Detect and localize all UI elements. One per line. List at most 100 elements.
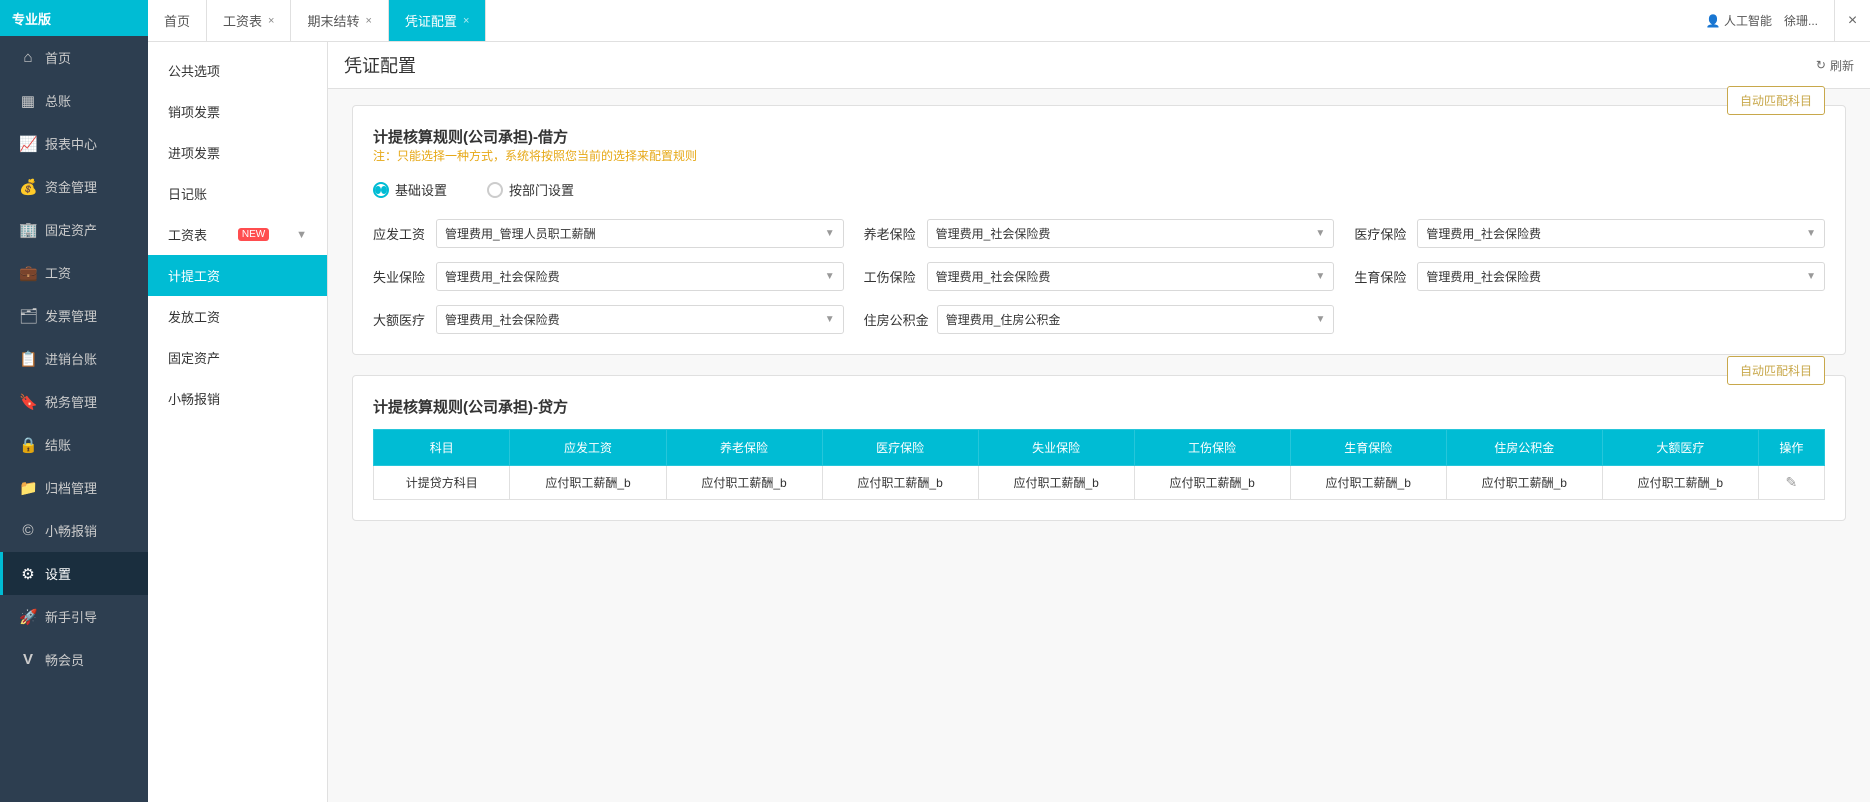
left-nav-calc-salary[interactable]: 计提工资 [148, 255, 327, 296]
gongjijin-label: 住房公积金 [864, 310, 929, 329]
cell-yiliao: 应付职工薪酬_b [822, 466, 978, 500]
sidebar-item-xiaochang[interactable]: © 小畅报销 [0, 509, 148, 552]
form-item-yingfa: 应发工资 管理费用_管理人员职工薪酬 ▼ [373, 219, 844, 248]
cell-shiye: 应付职工薪酬_b [978, 466, 1134, 500]
sidebar-item-asset[interactable]: 🏢 固定资产 [0, 208, 148, 251]
refresh-icon: ↻ [1816, 58, 1826, 72]
tab-voucher[interactable]: 凭证配置 × [389, 0, 486, 41]
salary-icon: 💼 [19, 264, 37, 282]
left-nav-xiaochang-exp[interactable]: 小畅报销 [148, 378, 327, 419]
sidebar-item-member[interactable]: V 畅会员 [0, 638, 148, 681]
chevron-down-icon: ▼ [1315, 314, 1325, 325]
gongshang-label: 工伤保险 [864, 267, 919, 286]
form-item-yanglao: 养老保险 管理费用_社会保险费 ▼ [864, 219, 1335, 248]
asset-icon: 🏢 [19, 221, 37, 239]
gongjijin-select[interactable]: 管理费用_住房公积金 ▼ [937, 305, 1335, 334]
cell-yanglao: 应付职工薪酬_b [666, 466, 822, 500]
report-icon: 📈 [19, 135, 37, 153]
yiliao-select[interactable]: 管理费用_社会保险费 ▼ [1417, 219, 1825, 248]
radio-dept-circle [487, 182, 503, 198]
edit-icon[interactable]: ✎ [1786, 474, 1798, 490]
cell-daeliao: 应付职工薪酬_b [1602, 466, 1758, 500]
tab-payroll[interactable]: 工资表 × [207, 0, 291, 41]
user-info: 👤 人工智能 [1706, 12, 1772, 29]
debit-auto-match-button[interactable]: 自动匹配科目 [1727, 86, 1825, 115]
col-daeliao: 大额医疗 [1602, 430, 1758, 466]
new-badge: NEW [238, 228, 269, 241]
yingfa-label: 应发工资 [373, 224, 428, 243]
member-icon: V [19, 651, 37, 668]
sidebar-item-invoice[interactable]: 🗂 发票管理 [0, 294, 148, 337]
yanglao-select[interactable]: 管理费用_社会保险费 ▼ [927, 219, 1335, 248]
left-nav-issue-salary[interactable]: 发放工资 [148, 296, 327, 337]
debit-section: 计提核算规则(公司承担)-借方 自动匹配科目 注：只能选择一种方式，系统将按照您… [352, 105, 1846, 355]
form-item-gongshang: 工伤保险 管理费用_社会保险费 ▼ [864, 262, 1335, 291]
purchase-icon: 📋 [19, 350, 37, 368]
left-nav-public[interactable]: 公共选项 [148, 50, 327, 91]
form-item-daeliao: 大额医疗 管理费用_社会保险费 ▼ [373, 305, 844, 334]
archive-icon: 📁 [19, 479, 37, 497]
left-nav: 公共选项 销项发票 进项发票 日记账 工资表 NEW ▼ 计提工资 发放工资 [148, 42, 328, 802]
table-row: 计提贷方科目 应付职工薪酬_b 应付职工薪酬_b 应付职工薪酬_b 应付职工薪酬… [374, 466, 1825, 500]
sidebar-item-archive[interactable]: 📁 归档管理 [0, 466, 148, 509]
home-icon: ⌂ [19, 49, 37, 66]
left-nav-fixed-asset[interactable]: 固定资产 [148, 337, 327, 378]
debit-notice: 注：只能选择一种方式，系统将按照您当前的选择来配置规则 [373, 147, 1825, 164]
table-header-row: 科目 应发工资 养老保险 医疗保险 失业保险 工伤保险 生育保险 住房公积金 大… [374, 430, 1825, 466]
tab-period-close[interactable]: × [365, 15, 371, 27]
sidebar-item-ledger[interactable]: ▦ 总账 [0, 79, 148, 122]
right-content: 凭证配置 ↻ 刷新 计提核算规则(公司承担)-借方 自动匹配科目 注：只能选择一… [328, 42, 1870, 802]
refresh-button[interactable]: ↻ 刷新 [1816, 57, 1854, 74]
sidebar-item-fund[interactable]: 💰 资金管理 [0, 165, 148, 208]
sidebar-item-purchase[interactable]: 📋 进销台账 [0, 337, 148, 380]
shengyu-select[interactable]: 管理费用_社会保险费 ▼ [1417, 262, 1825, 291]
col-gongjijin: 住房公积金 [1446, 430, 1602, 466]
sidebar-item-tax[interactable]: 🔖 税务管理 [0, 380, 148, 423]
debit-form-row-2: 失业保险 管理费用_社会保险费 ▼ 工伤保险 管理费用_社会保险费 ▼ [373, 262, 1825, 291]
tab-voucher-close[interactable]: × [463, 15, 469, 27]
tab-payroll-close[interactable]: × [268, 15, 274, 27]
cell-edit[interactable]: ✎ [1758, 466, 1824, 500]
col-shengyu: 生育保险 [1290, 430, 1446, 466]
credit-auto-match-button[interactable]: 自动匹配科目 [1727, 356, 1825, 385]
daeliao-label: 大额医疗 [373, 310, 428, 329]
chevron-down-icon: ▼ [1315, 228, 1325, 239]
shengyu-label: 生育保险 [1354, 267, 1409, 286]
cell-yingfa: 应付职工薪酬_b [510, 466, 666, 500]
topbar-right: 👤 人工智能 徐珊... [1706, 12, 1834, 29]
form-item-shiye: 失业保险 管理费用_社会保险费 ▼ [373, 262, 844, 291]
yingfa-select[interactable]: 管理费用_管理人员职工薪酬 ▼ [436, 219, 844, 248]
sidebar-item-home[interactable]: ⌂ 首页 [0, 36, 148, 79]
shiye-label: 失业保险 [373, 267, 428, 286]
tab-period[interactable]: 期末结转 × [291, 0, 388, 41]
close-panel-button[interactable]: × [1834, 0, 1870, 42]
main-area: 首页 工资表 × 期末结转 × 凭证配置 × 👤 人工智能 徐珊... × 公共… [148, 0, 1870, 802]
radio-dept[interactable]: 按部门设置 [487, 180, 574, 199]
chevron-down-icon: ▼ [1315, 271, 1325, 282]
radio-basic[interactable]: 基础设置 [373, 180, 447, 199]
daeliao-select[interactable]: 管理费用_社会保险费 ▼ [436, 305, 844, 334]
gongshang-select[interactable]: 管理费用_社会保险费 ▼ [927, 262, 1335, 291]
cell-subject: 计提贷方科目 [374, 466, 510, 500]
left-nav-sales-invoice[interactable]: 销项发票 [148, 91, 327, 132]
sidebar-item-close[interactable]: 🔒 结账 [0, 423, 148, 466]
tax-icon: 🔖 [19, 393, 37, 411]
chevron-down-icon: ▼ [825, 314, 835, 325]
left-nav-payroll-table[interactable]: 工资表 NEW ▼ [148, 214, 327, 255]
form-item-gongjijin: 住房公积金 管理费用_住房公积金 ▼ [864, 305, 1335, 334]
radio-basic-circle [373, 182, 389, 198]
tab-home[interactable]: 首页 [148, 0, 207, 41]
shiye-select[interactable]: 管理费用_社会保险费 ▼ [436, 262, 844, 291]
content-area: 公共选项 销项发票 进项发票 日记账 工资表 NEW ▼ 计提工资 发放工资 [148, 42, 1870, 802]
sidebar-item-settings[interactable]: ⚙ 设置 [0, 552, 148, 595]
form-item-yiliao: 医疗保险 管理费用_社会保险费 ▼ [1354, 219, 1825, 248]
sidebar-item-guide[interactable]: 🚀 新手引导 [0, 595, 148, 638]
left-nav-journal[interactable]: 日记账 [148, 173, 327, 214]
page-title: 凭证配置 [344, 52, 416, 78]
ledger-icon: ▦ [19, 92, 37, 110]
left-nav-purchase-invoice[interactable]: 进项发票 [148, 132, 327, 173]
page-header: 凭证配置 ↻ 刷新 [328, 42, 1870, 89]
sidebar-item-report[interactable]: 📈 报表中心 [0, 122, 148, 165]
chevron-down-icon: ▼ [825, 228, 835, 239]
sidebar-item-salary[interactable]: 💼 工资 [0, 251, 148, 294]
